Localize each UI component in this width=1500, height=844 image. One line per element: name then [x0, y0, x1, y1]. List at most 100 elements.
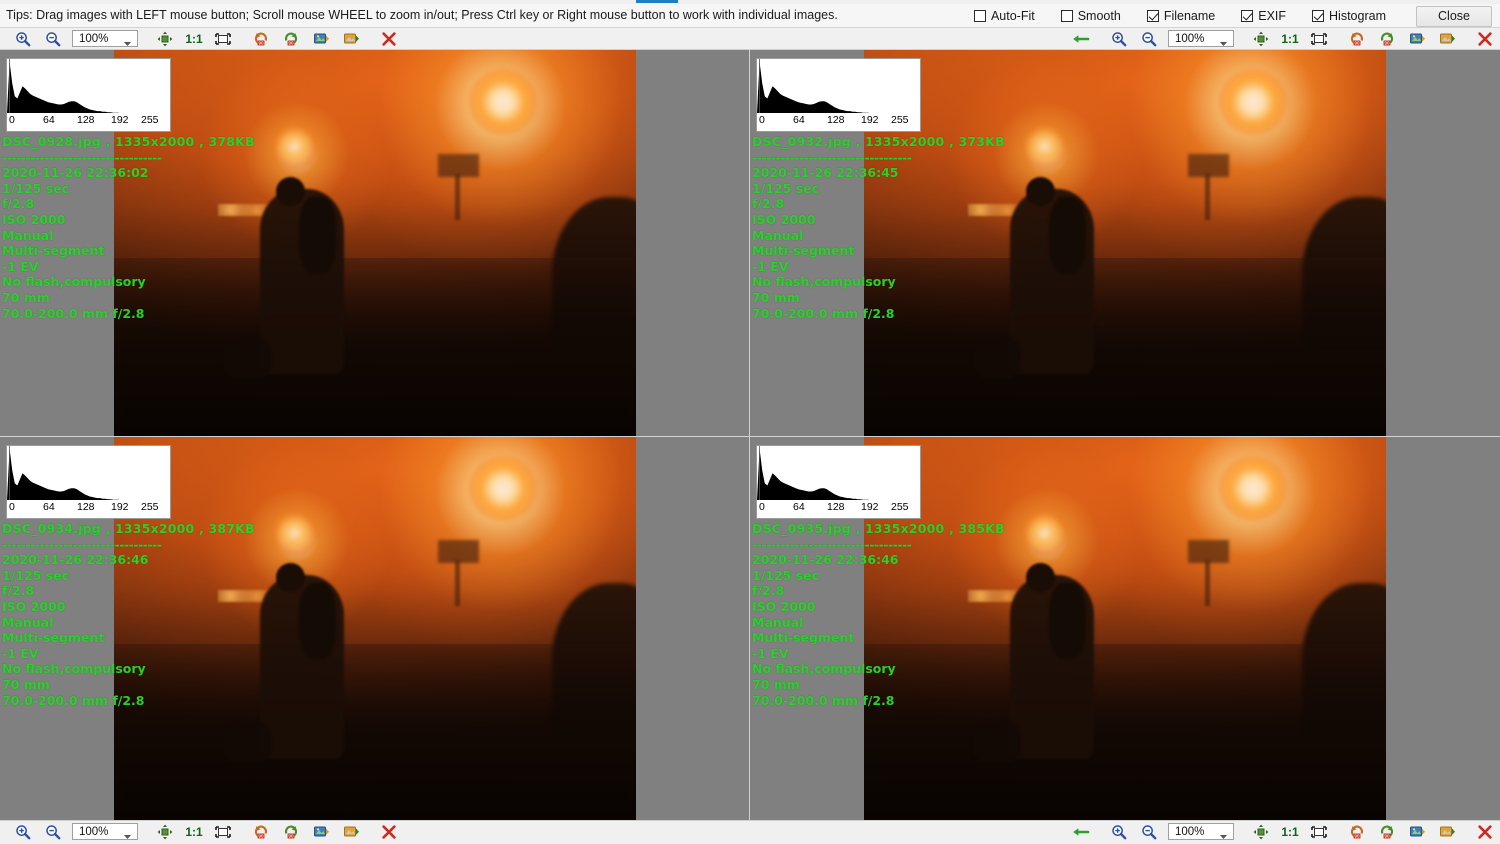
close-button[interactable]: Close [1416, 5, 1492, 27]
tips-text: Tips: Drag images with LEFT mouse button… [6, 8, 838, 22]
rotate-right-90-icon[interactable]: 90 [1372, 29, 1402, 49]
rotate-right-90-icon[interactable]: 90 [276, 29, 306, 49]
zoom-out-icon[interactable] [1134, 29, 1164, 49]
smooth-checkbox[interactable] [1060, 10, 1073, 22]
chevron-down-icon[interactable] [1220, 37, 1227, 46]
svg-text:90: 90 [1385, 833, 1390, 838]
chevron-down-icon[interactable] [124, 830, 131, 839]
histogram-tick-label: 0 [9, 501, 15, 513]
fit-width-icon[interactable] [208, 29, 238, 49]
zoom-in-icon[interactable] [1104, 29, 1134, 49]
fit-to-window-icon[interactable] [150, 822, 180, 842]
actual-size-button[interactable]: 1:1 [180, 825, 208, 839]
active-tab-indicator[interactable] [636, 0, 678, 3]
histogram-tick-label: 64 [793, 114, 805, 126]
delete-icon[interactable] [374, 29, 404, 49]
filename-label: Filename [1163, 9, 1216, 23]
auto-fit-checkbox[interactable] [973, 10, 986, 22]
image-panel-4[interactable]: 0 64 128 192 255 DSC_0935.jpg , 1335x2000 , 3… [750, 437, 1500, 820]
splitter-horizontal[interactable] [0, 436, 1500, 437]
zoom-in-icon[interactable] [8, 29, 38, 49]
option-smooth[interactable]: Smooth [1060, 9, 1121, 23]
zoom-level-select[interactable]: 100% [1168, 823, 1234, 840]
rotate-left-90-icon[interactable]: 90 [1342, 822, 1372, 842]
svg-text:90: 90 [1385, 40, 1390, 45]
histogram-tick-label: 192 [861, 501, 879, 513]
photo-DSC_0928.jpg[interactable] [114, 50, 636, 436]
zoom-level-select[interactable]: 100% [1168, 30, 1234, 47]
backpack-silhouette [1049, 582, 1086, 660]
chevron-down-icon[interactable] [1220, 830, 1227, 839]
histogram-tick-label: 0 [9, 114, 15, 126]
flip-vertical-icon[interactable] [1432, 822, 1462, 842]
histogram-widget: 0 64 128 192 255 [756, 445, 921, 519]
histogram-label: Histogram [1329, 9, 1386, 23]
image-viewport-4[interactable] [864, 437, 1386, 820]
photo-DSC_0932.jpg[interactable] [864, 50, 1386, 436]
zoom-level-select[interactable]: 100% [72, 30, 138, 47]
option-histogram[interactable]: Histogram [1312, 9, 1386, 23]
flip-vertical-icon[interactable] [336, 822, 366, 842]
image-viewport-2[interactable] [864, 50, 1386, 436]
image-viewport-1[interactable] [114, 50, 636, 436]
flip-horizontal-icon[interactable] [306, 822, 336, 842]
rotate-right-90-icon[interactable]: 90 [1372, 822, 1402, 842]
image-panel-2[interactable]: 0 64 128 192 255 DSC_0932.jpg , 1335x2000 , 3… [750, 50, 1500, 436]
fit-width-icon[interactable] [1304, 29, 1334, 49]
fit-width-icon[interactable] [208, 822, 238, 842]
flip-horizontal-icon[interactable] [1402, 29, 1432, 49]
person-head [1025, 563, 1055, 593]
ground-plane [864, 258, 1386, 436]
zoom-out-icon[interactable] [1134, 822, 1164, 842]
zoom-out-icon[interactable] [38, 29, 68, 49]
svg-text:90: 90 [259, 40, 264, 45]
actual-size-button[interactable]: 1:1 [1276, 825, 1304, 839]
zoom-level-select[interactable]: 100% [72, 823, 138, 840]
splitter-vertical-bottom[interactable] [749, 437, 750, 820]
histogram-tick-label: 64 [793, 501, 805, 513]
histogram-tick-label: 128 [827, 114, 845, 126]
zoom-in-icon[interactable] [8, 822, 38, 842]
sync-left-arrow-icon[interactable] [1066, 822, 1096, 842]
splitter-vertical-top[interactable] [749, 50, 750, 436]
exif-checkbox[interactable] [1241, 10, 1254, 22]
delete-icon[interactable] [1470, 822, 1500, 842]
rotate-right-90-icon[interactable]: 90 [276, 822, 306, 842]
actual-size-button[interactable]: 1:1 [1276, 32, 1304, 46]
delete-icon[interactable] [374, 822, 404, 842]
rotate-left-90-icon[interactable]: 90 [246, 822, 276, 842]
histogram-axis: 0 64 128 192 255 [757, 500, 920, 518]
ground-plane [864, 643, 1386, 820]
flip-horizontal-icon[interactable] [1402, 822, 1432, 842]
ground-plane [114, 643, 636, 820]
filename-checkbox[interactable] [1146, 10, 1159, 22]
photo-DSC_0935.jpg[interactable] [864, 437, 1386, 820]
histogram-plot [7, 446, 170, 502]
image-panel-1[interactable]: 0 64 128 192 255 DSC_0928.jpg , 1335x2000 , 3… [0, 50, 749, 436]
zoom-out-icon[interactable] [38, 822, 68, 842]
zoom-in-icon[interactable] [1104, 822, 1134, 842]
histogram-checkbox[interactable] [1312, 10, 1325, 22]
toolbar-top-left: 100% 1:1 90 90 [0, 28, 750, 50]
actual-size-button[interactable]: 1:1 [180, 32, 208, 46]
rotate-left-90-icon[interactable]: 90 [1342, 29, 1372, 49]
image-panel-3[interactable]: 0 64 128 192 255 DSC_0934.jpg , 1335x2000 , 3… [0, 437, 749, 820]
fit-to-window-icon[interactable] [1246, 29, 1276, 49]
fit-width-icon[interactable] [1304, 822, 1334, 842]
zoom-level-value: 100% [79, 32, 109, 45]
sync-left-arrow-icon[interactable] [1066, 29, 1096, 49]
chevron-down-icon[interactable] [124, 37, 131, 46]
histogram-tick-label: 255 [141, 501, 159, 513]
fit-to-window-icon[interactable] [150, 29, 180, 49]
flip-vertical-icon[interactable] [336, 29, 366, 49]
flip-horizontal-icon[interactable] [306, 29, 336, 49]
delete-icon[interactable] [1470, 29, 1500, 49]
image-viewport-3[interactable] [114, 437, 636, 820]
flip-vertical-icon[interactable] [1432, 29, 1462, 49]
rotate-left-90-icon[interactable]: 90 [246, 29, 276, 49]
option-exif[interactable]: EXIF [1241, 9, 1286, 23]
fit-to-window-icon[interactable] [1246, 822, 1276, 842]
photo-DSC_0934.jpg[interactable] [114, 437, 636, 820]
option-auto-fit[interactable]: Auto-Fit [973, 9, 1035, 23]
option-filename[interactable]: Filename [1146, 9, 1216, 23]
